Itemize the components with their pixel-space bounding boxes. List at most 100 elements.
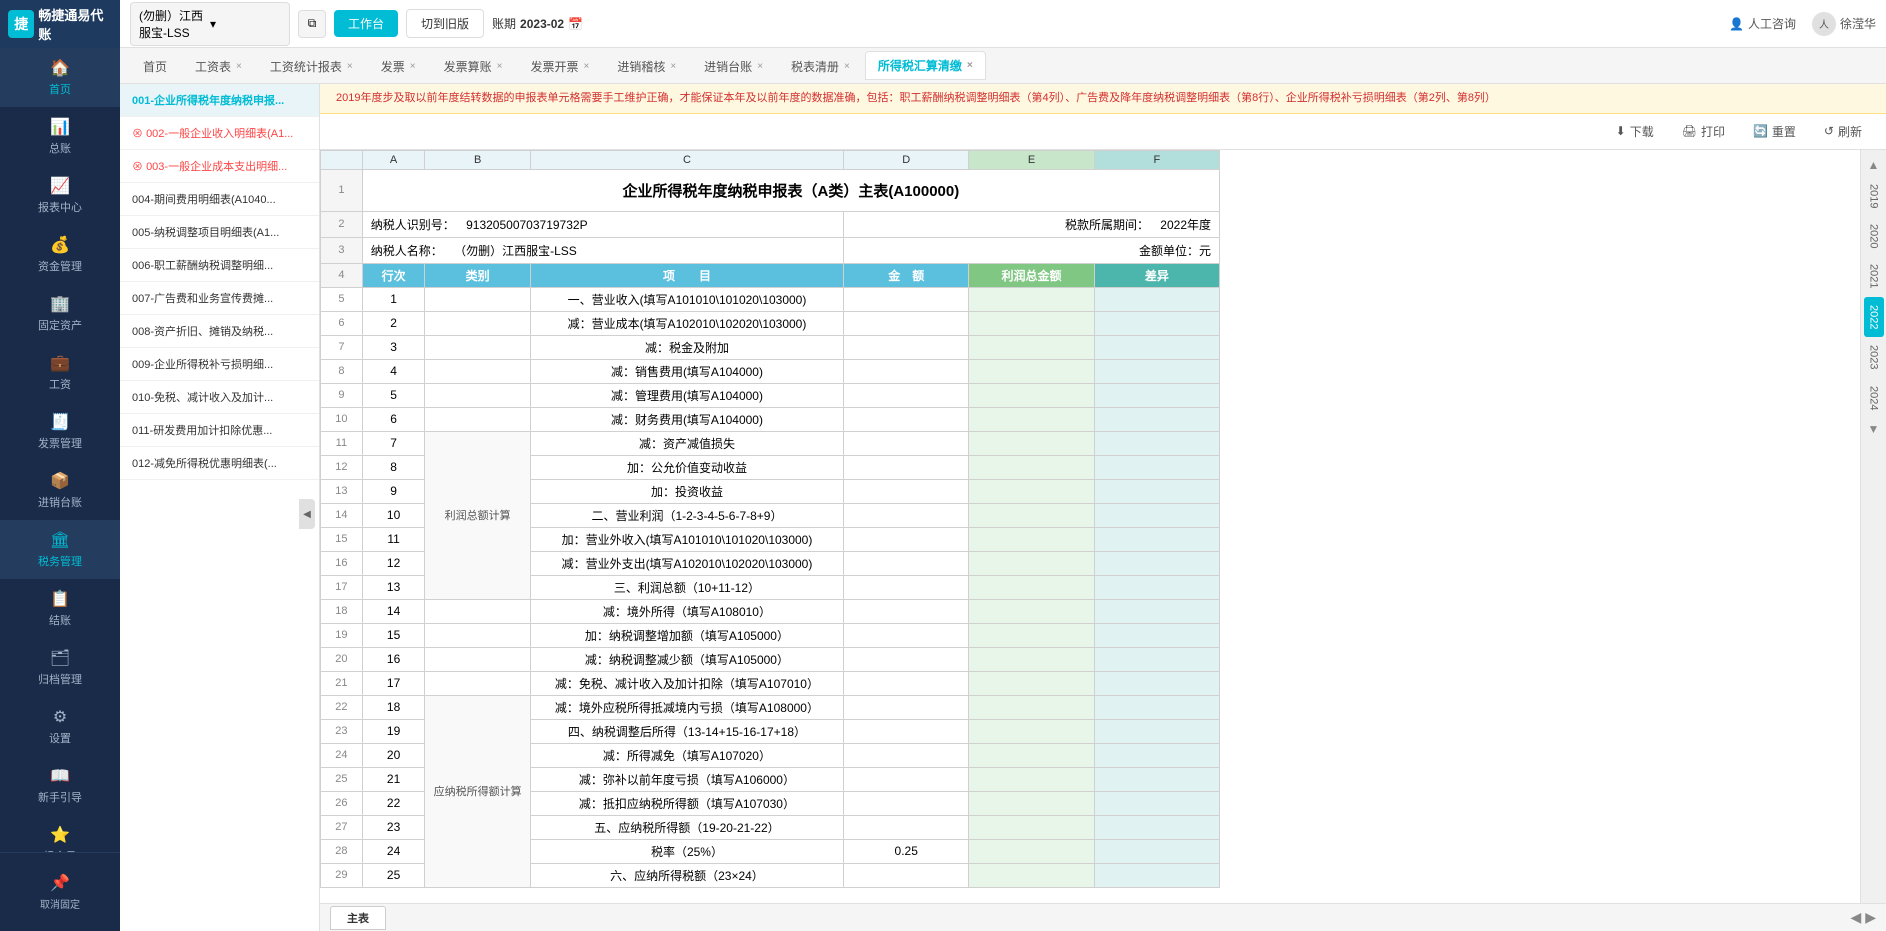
year-nav-2024[interactable]: 2024 bbox=[1864, 378, 1884, 418]
tab-invoice-close[interactable]: × bbox=[410, 61, 416, 72]
bottom-tab-main-label: 主表 bbox=[347, 913, 369, 925]
ai-consult[interactable]: 👤 人工咨询 bbox=[1729, 15, 1796, 32]
sidebar-item-home-label: 首页 bbox=[49, 81, 71, 97]
category-taxable-calc: 应纳税所得额计算 bbox=[425, 695, 530, 887]
left-panel-item-002[interactable]: ⊗ 002-一般企业收入明细表(A1... bbox=[120, 117, 319, 150]
app-logo: 捷 畅捷通易代账 bbox=[0, 0, 120, 48]
left-panel-item-012-label: 012-减免所得税优惠明细表(... bbox=[132, 458, 277, 470]
closing-icon: 📋 bbox=[50, 589, 70, 609]
sidebar-item-purchase[interactable]: 📦 进销台账 bbox=[0, 461, 120, 520]
sidebar-item-member[interactable]: ⭐ 畅会员 bbox=[0, 815, 120, 852]
tab-ledger-close[interactable]: × bbox=[757, 61, 763, 72]
table-container[interactable]: A B C D E F bbox=[320, 150, 1860, 904]
sidebar-item-payroll[interactable]: 💼 工资 bbox=[0, 343, 120, 402]
year-nav-up[interactable]: ▲ bbox=[1864, 154, 1884, 176]
left-panel-item-005[interactable]: 005-纳税调整项目明细表(A1... bbox=[120, 216, 319, 249]
sidebar-item-closing[interactable]: 📋 结账 bbox=[0, 579, 120, 638]
sidebar-item-payroll-label: 工资 bbox=[49, 376, 71, 392]
left-panel-item-006[interactable]: 006-职工薪酬纳税调整明细... bbox=[120, 249, 319, 282]
tab-tax-book[interactable]: 税表清册 × bbox=[778, 52, 863, 80]
sidebar-item-ledger[interactable]: 📊 总账 bbox=[0, 107, 120, 166]
tab-payroll[interactable]: 工资表 × bbox=[182, 52, 255, 80]
tab-check-label: 进销稽核 bbox=[617, 58, 665, 75]
tab-income-tax[interactable]: 所得税汇算清缴 × bbox=[865, 51, 986, 80]
sidebar-item-invoice[interactable]: 🧾 发票管理 bbox=[0, 402, 120, 461]
tab-check-close[interactable]: × bbox=[670, 61, 676, 72]
tab-ledger[interactable]: 进销台账 × bbox=[691, 52, 776, 80]
tab-income-tax-close[interactable]: × bbox=[967, 60, 973, 71]
tab-ledger-label: 进销台账 bbox=[704, 58, 752, 75]
tab-invoice-calc-close[interactable]: × bbox=[497, 61, 503, 72]
left-panel-item-007[interactable]: 007-广告费和业务宣传费摊... bbox=[120, 282, 319, 315]
left-panel-item-003[interactable]: ⊗ 003-一般企业成本支出明细... bbox=[120, 150, 319, 183]
year-nav-down[interactable]: ▼ bbox=[1864, 418, 1884, 440]
tab-payroll-close[interactable]: × bbox=[236, 61, 242, 72]
tab-income-tax-label: 所得税汇算清缴 bbox=[878, 57, 962, 74]
user-info[interactable]: 人 徐滢华 bbox=[1812, 12, 1876, 36]
tab-invoice-open[interactable]: 发票开票 × bbox=[517, 52, 602, 80]
year-nav-2020[interactable]: 2020 bbox=[1864, 216, 1884, 256]
year-nav-2023[interactable]: 2023 bbox=[1864, 337, 1884, 377]
tab-payroll-stat-close[interactable]: × bbox=[347, 61, 353, 72]
period-value: 2023-02 bbox=[520, 17, 564, 31]
left-panel-item-010[interactable]: 010-免税、减计收入及加计... bbox=[120, 381, 319, 414]
sidebar-item-guide[interactable]: 📖 新手引导 bbox=[0, 756, 120, 815]
sidebar-item-report-label: 报表中心 bbox=[38, 199, 82, 215]
tab-invoice-calc[interactable]: 发票算账 × bbox=[431, 52, 516, 80]
sidebar: 捷 畅捷通易代账 🏠 首页 📊 总账 📈 报表中心 💰 资金管理 🏢 固 bbox=[0, 0, 120, 931]
sidebar-item-closing-label: 结账 bbox=[49, 612, 71, 628]
archive-icon: 🗂 bbox=[50, 648, 70, 668]
sidebar-item-unpin[interactable]: 📌 取消固定 bbox=[0, 863, 120, 921]
sidebar-item-capital[interactable]: 💰 资金管理 bbox=[0, 225, 120, 284]
copy-icon[interactable]: ⧉ bbox=[298, 10, 326, 38]
tab-check[interactable]: 进销稽核 × bbox=[604, 52, 689, 80]
sidebar-item-home[interactable]: 🏠 首页 bbox=[0, 48, 120, 107]
sidebar-item-tax[interactable]: 🏛 税务管理 bbox=[0, 520, 120, 579]
download-button[interactable]: ⬇ 下载 bbox=[1608, 120, 1662, 143]
left-panel-item-011[interactable]: 011-研发费用加计扣除优惠... bbox=[120, 414, 319, 447]
workbench-button[interactable]: 工作台 bbox=[334, 10, 398, 37]
main-area: (勿删）江西服宝-LSS ▾ ⧉ 工作台 切到旧版 账期 2023-02 📅 👤… bbox=[120, 0, 1886, 931]
tab-home[interactable]: 首页 bbox=[130, 52, 180, 80]
tab-invoice[interactable]: 发票 × bbox=[368, 52, 429, 80]
table-row: 9 5 减：管理费用(填写A104000) bbox=[321, 383, 1220, 407]
reset-button[interactable]: 🔄 重置 bbox=[1745, 120, 1804, 143]
company-selector[interactable]: (勿删）江西服宝-LSS ▾ bbox=[130, 2, 290, 46]
tab-invoice-open-close[interactable]: × bbox=[583, 61, 589, 72]
sidebar-bottom: 📌 取消固定 bbox=[0, 852, 120, 931]
username: 徐滢华 bbox=[1840, 15, 1876, 32]
year-nav-2019[interactable]: 2019 bbox=[1864, 176, 1884, 216]
left-panel-item-009[interactable]: 009-企业所得税补亏损明细... bbox=[120, 348, 319, 381]
sidebar-item-settings[interactable]: ⚙ 设置 bbox=[0, 697, 120, 756]
spreadsheet-table: A B C D E F bbox=[320, 150, 1220, 888]
logo-text: 畅捷通易代账 bbox=[38, 5, 112, 43]
col-header-line: 行次 bbox=[362, 263, 425, 287]
left-panel-item-008[interactable]: 008-资产折旧、摊销及纳税... bbox=[120, 315, 319, 348]
sidebar-item-fixed[interactable]: 🏢 固定资产 bbox=[0, 284, 120, 343]
scroll-left-icon[interactable]: ◀ bbox=[1850, 909, 1861, 926]
sidebar-item-archive[interactable]: 🗂 归档管理 bbox=[0, 638, 120, 697]
refresh-button[interactable]: ↺ 刷新 bbox=[1816, 120, 1870, 143]
payroll-icon: 💼 bbox=[50, 353, 70, 373]
switch-old-button[interactable]: 切到旧版 bbox=[406, 9, 484, 38]
invoice-icon: 🧾 bbox=[50, 412, 70, 432]
left-panel-item-001-label: 001-企业所得税年度纳税申报... bbox=[132, 95, 284, 107]
period-label: 账期 2023-02 📅 bbox=[492, 15, 583, 32]
left-panel-item-004[interactable]: 004-期间费用明细表(A1040... bbox=[120, 183, 319, 216]
row-1-num: 1 bbox=[321, 169, 363, 211]
print-button[interactable]: 🖨 打印 bbox=[1674, 120, 1733, 143]
left-panel-item-012[interactable]: 012-减免所得税优惠明细表(... bbox=[120, 447, 319, 480]
sidebar-item-report[interactable]: 📈 报表中心 bbox=[0, 166, 120, 225]
tab-payroll-stat[interactable]: 工资统计报表 × bbox=[257, 52, 366, 80]
tab-tax-book-close[interactable]: × bbox=[844, 61, 850, 72]
sidebar-item-guide-label: 新手引导 bbox=[38, 789, 82, 805]
year-nav-2021[interactable]: 2021 bbox=[1864, 256, 1884, 296]
left-panel-item-001[interactable]: 001-企业所得税年度纳税申报... bbox=[120, 84, 319, 117]
content-area: 001-企业所得税年度纳税申报... ⊗ 002-一般企业收入明细表(A1...… bbox=[120, 84, 1886, 931]
left-panel-item-003-label: 003-一般企业成本支出明细... bbox=[146, 161, 287, 173]
col-header-rownum bbox=[321, 150, 363, 169]
bottom-tab-main[interactable]: 主表 bbox=[330, 906, 386, 930]
year-nav-2022[interactable]: 2022 bbox=[1864, 297, 1884, 337]
left-panel-collapse-btn[interactable]: ◀ bbox=[299, 499, 315, 529]
scroll-right-icon[interactable]: ▶ bbox=[1865, 909, 1876, 926]
